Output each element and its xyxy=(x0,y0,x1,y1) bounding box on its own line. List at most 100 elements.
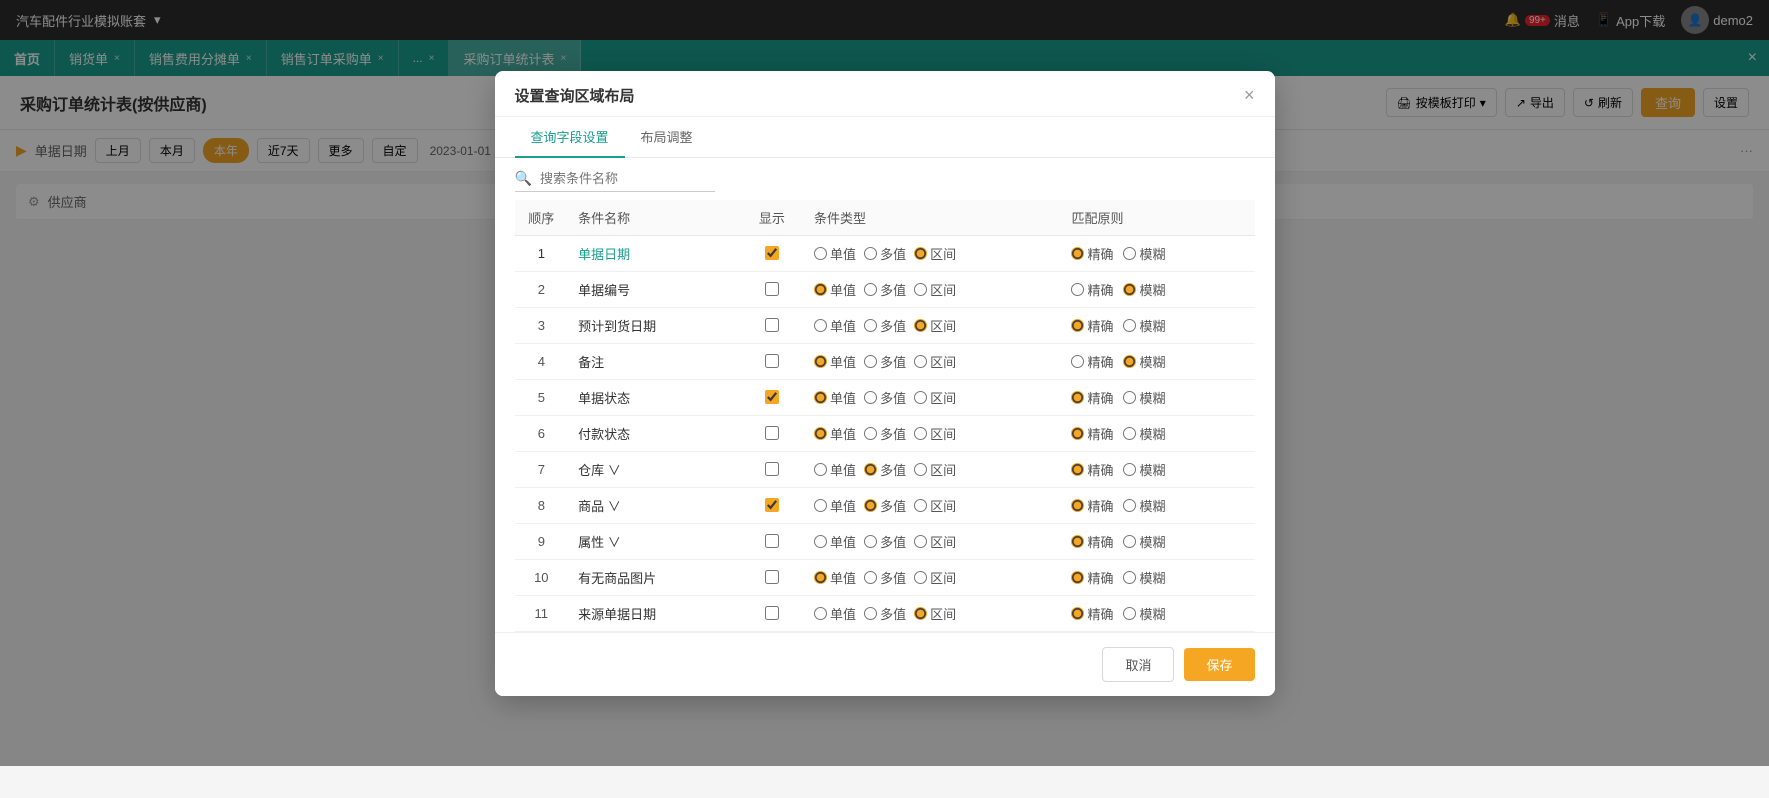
col-order: 顺序 xyxy=(515,200,569,236)
row-type: 单值多值区间 xyxy=(804,271,1061,307)
row-type: 单值多值区间 xyxy=(804,559,1061,595)
display-checkbox[interactable] xyxy=(765,606,779,620)
row-display xyxy=(740,595,804,631)
table-row: 5单据状态 单值多值区间精确模糊 xyxy=(515,379,1255,415)
display-checkbox[interactable] xyxy=(765,570,779,584)
row-type: 单值多值区间 xyxy=(804,343,1061,379)
row-display xyxy=(740,415,804,451)
row-order: 1 xyxy=(515,235,569,271)
row-type: 单值多值区间 xyxy=(804,487,1061,523)
row-display xyxy=(740,523,804,559)
col-type: 条件类型 xyxy=(804,200,1061,236)
row-order: 6 xyxy=(515,415,569,451)
col-name: 条件名称 xyxy=(568,200,740,236)
table-row: 9属性 ∨ 单值多值区间精确模糊 xyxy=(515,523,1255,559)
table-row: 10有无商品图片 单值多值区间精确模糊 xyxy=(515,559,1255,595)
display-checkbox[interactable] xyxy=(765,282,779,296)
dialog-footer: 取消 保存 xyxy=(495,632,1275,696)
row-order: 8 xyxy=(515,487,569,523)
row-type: 单值多值区间 xyxy=(804,235,1061,271)
row-display xyxy=(740,235,804,271)
row-order: 2 xyxy=(515,271,569,307)
row-display xyxy=(740,271,804,307)
row-order: 7 xyxy=(515,451,569,487)
row-match: 精确模糊 xyxy=(1061,487,1254,523)
row-type: 单值多值区间 xyxy=(804,523,1061,559)
tab-layout-adjust[interactable]: 布局调整 xyxy=(625,117,709,158)
display-checkbox[interactable] xyxy=(765,498,779,512)
row-match: 精确模糊 xyxy=(1061,307,1254,343)
row-name: 来源单据日期 xyxy=(568,595,740,631)
search-box: 🔍 xyxy=(515,170,715,192)
save-button[interactable]: 保存 xyxy=(1184,648,1254,681)
settings-dialog: 设置查询区域布局 × 查询字段设置 布局调整 🔍 顺序 xyxy=(495,71,1275,696)
display-checkbox[interactable] xyxy=(765,318,779,332)
display-checkbox[interactable] xyxy=(765,426,779,440)
row-type: 单值多值区间 xyxy=(804,415,1061,451)
row-name: 属性 ∨ xyxy=(568,523,740,559)
row-display xyxy=(740,487,804,523)
cancel-button[interactable]: 取消 xyxy=(1102,647,1174,682)
display-checkbox[interactable] xyxy=(765,462,779,476)
search-icon: 🔍 xyxy=(515,170,532,187)
row-display xyxy=(740,379,804,415)
row-match: 精确模糊 xyxy=(1061,595,1254,631)
display-checkbox[interactable] xyxy=(765,246,779,260)
dialog-tab-bar: 查询字段设置 布局调整 xyxy=(495,117,1275,158)
row-type: 单值多值区间 xyxy=(804,379,1061,415)
row-match: 精确模糊 xyxy=(1061,451,1254,487)
row-name: 单据状态 xyxy=(568,379,740,415)
col-match: 匹配原则 xyxy=(1061,200,1254,236)
table-row: 4备注 单值多值区间精确模糊 xyxy=(515,343,1255,379)
row-name: 商品 ∨ xyxy=(568,487,740,523)
row-order: 3 xyxy=(515,307,569,343)
row-type: 单值多值区间 xyxy=(804,595,1061,631)
row-display xyxy=(740,343,804,379)
col-display: 显示 xyxy=(740,200,804,236)
dialog-header: 设置查询区域布局 × xyxy=(495,71,1275,117)
table-row: 6付款状态 单值多值区间精确模糊 xyxy=(515,415,1255,451)
row-name: 备注 xyxy=(568,343,740,379)
row-order: 9 xyxy=(515,523,569,559)
row-match: 精确模糊 xyxy=(1061,559,1254,595)
row-order: 10 xyxy=(515,559,569,595)
row-type: 单值多值区间 xyxy=(804,451,1061,487)
row-order: 11 xyxy=(515,595,569,631)
dialog-title: 设置查询区域布局 xyxy=(515,85,635,106)
display-checkbox[interactable] xyxy=(765,534,779,548)
row-name: 仓库 ∨ xyxy=(568,451,740,487)
table-row: 7仓库 ∨ 单值多值区间精确模糊 xyxy=(515,451,1255,487)
row-display xyxy=(740,451,804,487)
display-checkbox[interactable] xyxy=(765,390,779,404)
row-display xyxy=(740,307,804,343)
row-order: 5 xyxy=(515,379,569,415)
conditions-table: 顺序 条件名称 显示 条件类型 匹配原则 1单据日期单值多值区间精确模糊2单据编… xyxy=(515,200,1255,632)
search-input[interactable] xyxy=(540,171,700,186)
display-checkbox[interactable] xyxy=(765,354,779,368)
row-display xyxy=(740,559,804,595)
dialog-overlay: 设置查询区域布局 × 查询字段设置 布局调整 🔍 顺序 xyxy=(0,0,1769,766)
table-row: 11来源单据日期 单值多值区间精确模糊 xyxy=(515,595,1255,631)
row-match: 精确模糊 xyxy=(1061,343,1254,379)
row-match: 精确模糊 xyxy=(1061,379,1254,415)
row-order: 4 xyxy=(515,343,569,379)
table-row: 2单据编号单值多值区间精确模糊 xyxy=(515,271,1255,307)
row-name: 有无商品图片 xyxy=(568,559,740,595)
table-row: 1单据日期 单值多值区间精确模糊 xyxy=(515,235,1255,271)
dialog-search-area: 🔍 xyxy=(495,158,1275,200)
row-name: 预计到货日期 xyxy=(568,307,740,343)
table-row: 8商品 ∨ 单值多值区间精确模糊 xyxy=(515,487,1255,523)
row-type: 单值多值区间 xyxy=(804,307,1061,343)
dialog-close-button[interactable]: × xyxy=(1244,85,1255,106)
row-match: 精确模糊 xyxy=(1061,235,1254,271)
row-name: 付款状态 xyxy=(568,415,740,451)
tab-query-fields[interactable]: 查询字段设置 xyxy=(515,117,625,158)
row-match: 精确模糊 xyxy=(1061,523,1254,559)
row-name: 单据日期 xyxy=(568,235,740,271)
dialog-table-wrap: 顺序 条件名称 显示 条件类型 匹配原则 1单据日期单值多值区间精确模糊2单据编… xyxy=(495,200,1275,632)
conditions-table-body: 1单据日期单值多值区间精确模糊2单据编号单值多值区间精确模糊3预计到货日期单值多… xyxy=(515,235,1255,631)
table-head: 顺序 条件名称 显示 条件类型 匹配原则 xyxy=(515,200,1255,236)
table-row: 3预计到货日期 单值多值区间精确模糊 xyxy=(515,307,1255,343)
row-match: 精确模糊 xyxy=(1061,271,1254,307)
row-match: 精确模糊 xyxy=(1061,415,1254,451)
